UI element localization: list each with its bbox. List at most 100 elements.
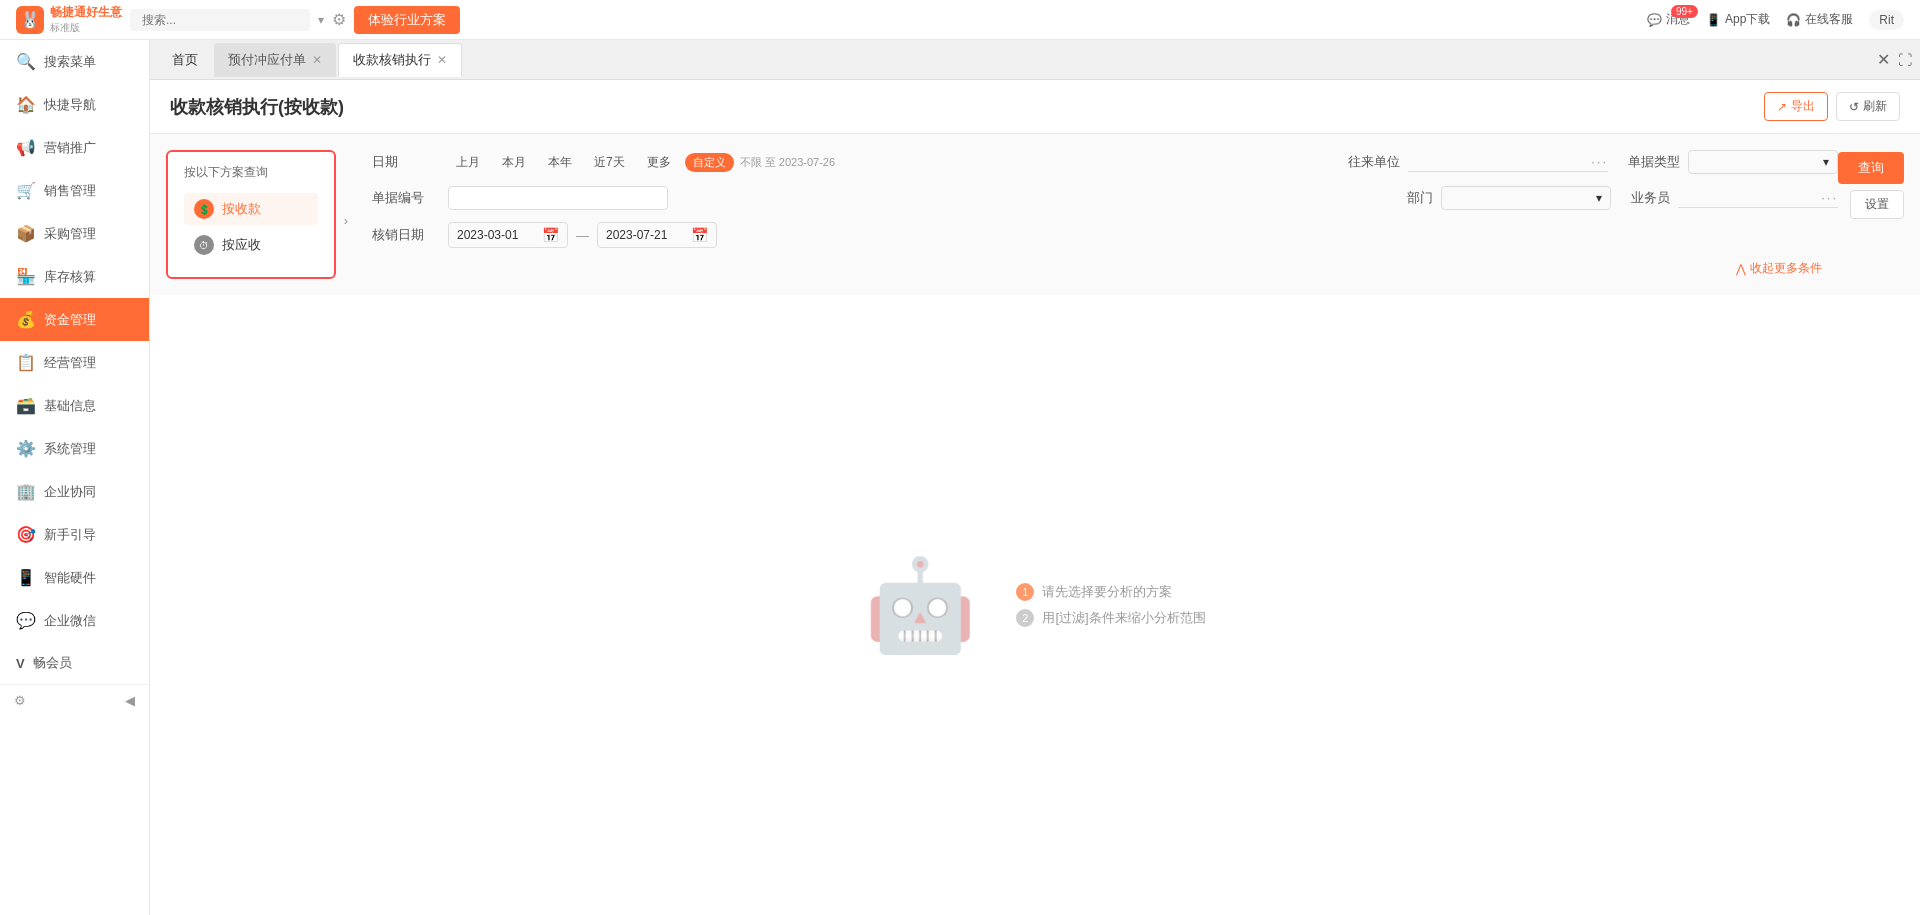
export-button[interactable]: ↗ 导出 — [1764, 92, 1828, 121]
sidebar-item-hardware[interactable]: 📱 智能硬件 — [0, 556, 149, 599]
refresh-icon: ↺ — [1849, 100, 1859, 114]
counterpart-more-icon[interactable]: ··· — [1591, 154, 1608, 169]
sidebar-label: 营销推广 — [44, 139, 96, 157]
query-button[interactable]: 查询 — [1838, 152, 1904, 184]
finance-icon: 💰 — [16, 310, 36, 329]
salesperson-filter: 业务员 ··· — [1631, 188, 1838, 208]
user-avatar[interactable]: Rit — [1869, 10, 1904, 30]
tab-prepay[interactable]: 预付冲应付单 ✕ — [214, 43, 336, 77]
date-btn-this-month[interactable]: 本月 — [494, 151, 534, 174]
basic-icon: 🗃️ — [16, 396, 36, 415]
date-btn-last-month[interactable]: 上月 — [448, 151, 488, 174]
doctype-chevron-icon: ▾ — [1823, 155, 1829, 169]
tip-num-1: 1 — [1016, 583, 1034, 601]
filter-row-3: 核销日期 2023-03-01 📅 — 2023-07-21 📅 — [372, 222, 1838, 248]
doctype-filter: 单据类型 ▾ — [1628, 150, 1838, 174]
sidebar-label: 销售管理 — [44, 182, 96, 200]
settings-button[interactable]: 设置 — [1850, 190, 1904, 219]
filter-option-by-receipt[interactable]: 💲 按收款 — [184, 193, 318, 225]
calendar-end-icon[interactable]: 📅 — [691, 227, 708, 243]
sidebar-item-marketing[interactable]: 📢 营销推广 — [0, 126, 149, 169]
content-area: 首页 预付冲应付单 ✕ 收款核销执行 ✕ ✕ ⛶ 收款核销执行(按收款) ↗ 导… — [150, 40, 1920, 915]
message-button[interactable]: 💬 消息 99+ — [1647, 11, 1690, 28]
sidebar-item-basic[interactable]: 🗃️ 基础信息 — [0, 384, 149, 427]
inventory-icon: 🏪 — [16, 267, 36, 286]
docno-input[interactable] — [448, 186, 668, 210]
verify-date-end-input[interactable]: 2023-07-21 📅 — [597, 222, 717, 248]
sidebar-item-ops[interactable]: 📋 经营管理 — [0, 341, 149, 384]
sidebar-label: 库存核算 — [44, 268, 96, 286]
dept-select[interactable]: ▾ — [1441, 186, 1611, 210]
industry-button[interactable]: 体验行业方案 — [354, 6, 460, 34]
marketing-icon: 📢 — [16, 138, 36, 157]
tab-collection[interactable]: 收款核销执行 ✕ — [338, 43, 462, 77]
app-download-button[interactable]: 📱 App下载 — [1706, 11, 1770, 28]
sidebar-item-sales[interactable]: 🛒 销售管理 — [0, 169, 149, 212]
sidebar-item-purchase[interactable]: 📦 采购管理 — [0, 212, 149, 255]
logo-icon: 🐰 — [16, 6, 44, 34]
filter-left-panel: 按以下方案查询 💲 按收款 ⏱ 按应收 — [166, 150, 336, 279]
filter-option-by-receivable[interactable]: ⏱ 按应收 — [184, 229, 318, 261]
empty-tips: 1 请先选择要分析的方案 2 用[过滤]条件来缩小分析范围 — [1016, 583, 1205, 627]
empty-tip-2: 2 用[过滤]条件来缩小分析范围 — [1016, 609, 1205, 627]
doctype-label: 单据类型 — [1628, 153, 1680, 171]
tab-home[interactable]: 首页 — [158, 43, 212, 77]
page-title: 收款核销执行(按收款) — [170, 95, 344, 119]
search-input[interactable] — [130, 9, 310, 31]
date-label: 日期 — [372, 153, 432, 171]
docno-label: 单据编号 — [372, 189, 432, 207]
date-btn-this-year[interactable]: 本年 — [540, 151, 580, 174]
refresh-button[interactable]: ↺ 刷新 — [1836, 92, 1900, 121]
sidebar-item-guide[interactable]: 🎯 新手引导 — [0, 513, 149, 556]
date-hint-text: 不限 至 2023-07-26 — [740, 155, 835, 170]
empty-robot-illustration: 🤖 — [864, 553, 976, 658]
tab-bar-expand-icon[interactable]: ⛶ — [1898, 52, 1912, 68]
calendar-start-icon[interactable]: 📅 — [542, 227, 559, 243]
sidebar-item-search-menu[interactable]: 🔍 搜索菜单 — [0, 40, 149, 83]
home-icon: 🏠 — [16, 95, 36, 114]
sidebar-item-inventory[interactable]: 🏪 库存核算 — [0, 255, 149, 298]
date-custom-badge[interactable]: 自定义 — [685, 153, 734, 172]
verify-date-start-input[interactable]: 2023-03-01 📅 — [448, 222, 568, 248]
sidebar-item-quick-nav[interactable]: 🏠 快捷导航 — [0, 83, 149, 126]
sidebar-item-member[interactable]: V 畅会员 — [0, 642, 149, 684]
tab-bar-close-icon[interactable]: ✕ — [1877, 50, 1890, 69]
sidebar-label: 搜索菜单 — [44, 53, 96, 71]
sidebar-item-corp[interactable]: 🏢 企业协同 — [0, 470, 149, 513]
sidebar-label: 企业微信 — [44, 612, 96, 630]
wechat-icon: 💬 — [16, 611, 36, 630]
collapse-row: ⋀ 收起更多条件 — [372, 260, 1838, 277]
topbar-right: 💬 消息 99+ 📱 App下载 🎧 在线客服 Rit — [1647, 10, 1904, 30]
filter-actions: 查询 设置 — [1838, 150, 1904, 277]
footer-collapse-icon[interactable]: ◀ — [125, 693, 135, 708]
collapse-more-button[interactable]: ⋀ 收起更多条件 — [1736, 260, 1822, 277]
date-btn-7days[interactable]: 近7天 — [586, 151, 633, 174]
date-btn-more[interactable]: 更多 — [639, 151, 679, 174]
salesperson-more-icon[interactable]: ··· — [1821, 190, 1838, 205]
filter-area: 按以下方案查询 💲 按收款 ⏱ 按应收 › 日期 — [150, 134, 1920, 295]
sidebar-item-finance[interactable]: 💰 资金管理 — [0, 298, 149, 341]
sidebar: 🔍 搜索菜单 🏠 快捷导航 📢 营销推广 🛒 销售管理 📦 采购管理 🏪 库存核… — [0, 40, 150, 915]
sidebar-label: 经营管理 — [44, 354, 96, 372]
purchase-icon: 📦 — [16, 224, 36, 243]
system-icon: ⚙️ — [16, 439, 36, 458]
filter-panel-title: 按以下方案查询 — [184, 164, 318, 181]
dropdown-chevron-icon[interactable]: ▾ — [318, 13, 324, 27]
sales-icon: 🛒 — [16, 181, 36, 200]
online-service-button[interactable]: 🎧 在线客服 — [1786, 11, 1853, 28]
filter-row-1: 日期 上月 本月 本年 近7天 更多 自定义 不限 至 2023-07-26 — [372, 150, 1838, 174]
footer-settings-icon[interactable]: ⚙ — [14, 693, 26, 708]
doctype-select[interactable]: ▾ — [1688, 150, 1838, 174]
settings-icon[interactable]: ⚙ — [332, 10, 346, 29]
date-separator: — — [576, 228, 589, 243]
tab-close-prepay[interactable]: ✕ — [312, 53, 322, 67]
sidebar-item-system[interactable]: ⚙️ 系统管理 — [0, 427, 149, 470]
dept-label: 部门 — [1407, 189, 1433, 207]
tab-close-collection[interactable]: ✕ — [437, 53, 447, 67]
filter-right-form: 日期 上月 本月 本年 近7天 更多 自定义 不限 至 2023-07-26 — [356, 142, 1920, 287]
sidebar-item-wechat[interactable]: 💬 企业微信 — [0, 599, 149, 642]
collapse-left-button[interactable]: › — [336, 154, 356, 287]
sidebar-label: 新手引导 — [44, 526, 96, 544]
service-icon: 🎧 — [1786, 13, 1801, 27]
search-icon: 🔍 — [16, 52, 36, 71]
